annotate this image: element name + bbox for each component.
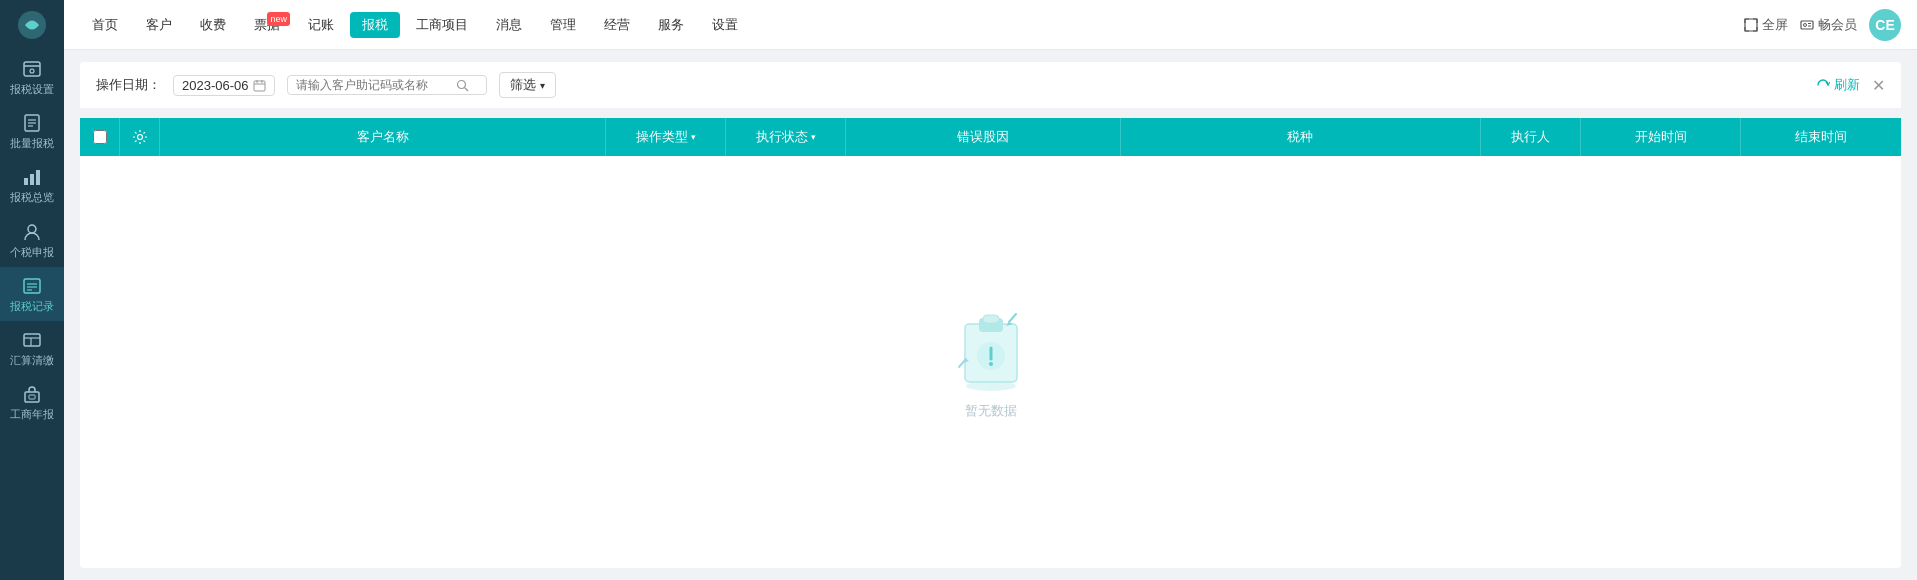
reconciliation-icon: [21, 329, 43, 351]
tax-overview-icon: [21, 166, 43, 188]
sidebar-item-label: 批量报税: [10, 137, 54, 150]
table-header: 客户名称 操作类型 ▾ 执行状态 ▾ 错误股因 税种 执行人: [80, 118, 1901, 156]
sidebar-item-label: 工商年报: [10, 408, 54, 421]
svg-rect-16: [24, 334, 40, 346]
svg-rect-36: [983, 315, 999, 323]
svg-point-30: [457, 80, 465, 88]
th-taxtype: 税种: [1121, 118, 1481, 156]
sidebar-item-batch-tax[interactable]: 批量报税: [0, 104, 64, 158]
svg-rect-10: [36, 170, 40, 185]
nav-invoice[interactable]: 票据 new: [242, 12, 292, 38]
sidebar-item-tax-overview[interactable]: 报税总览: [0, 158, 64, 212]
table-container: 客户名称 操作类型 ▾ 执行状态 ▾ 错误股因 税种 执行人: [80, 118, 1901, 568]
toolbar-right: 刷新 ✕: [1816, 76, 1885, 95]
sidebar-item-label: 报税记录: [10, 300, 54, 313]
date-picker[interactable]: 2023-06-06: [173, 75, 275, 96]
date-value: 2023-06-06: [182, 78, 249, 93]
svg-rect-9: [30, 174, 34, 185]
annual-report-icon: [21, 383, 43, 405]
fullscreen-label: 全屏: [1762, 16, 1788, 34]
svg-rect-19: [25, 392, 39, 402]
nav-messages[interactable]: 消息: [484, 12, 534, 38]
member-btn[interactable]: 畅会员: [1800, 16, 1857, 34]
tax-records-icon: [21, 275, 43, 297]
th-executor: 执行人: [1481, 118, 1581, 156]
th-checkbox[interactable]: [80, 118, 120, 156]
nav-items: 首页 客户 收费 票据 new 记账 报税 工商项目 消息 管理 经营 服务 设…: [80, 12, 1744, 38]
nav-operations[interactable]: 经营: [592, 12, 642, 38]
date-label: 操作日期：: [96, 76, 161, 94]
svg-point-39: [989, 362, 993, 366]
sidebar-item-tax-records[interactable]: 报税记录: [0, 267, 64, 321]
th-endtime: 结束时间: [1741, 118, 1901, 156]
sort-icon: ▾: [691, 132, 696, 142]
filter-button[interactable]: 筛选 ▾: [499, 72, 556, 98]
nav-home[interactable]: 首页: [80, 12, 130, 38]
user-avatar[interactable]: CE: [1869, 9, 1901, 41]
svg-line-31: [464, 87, 468, 91]
new-badge: new: [267, 12, 290, 26]
filter-arrow-icon: ▾: [540, 80, 545, 91]
svg-point-11: [28, 225, 36, 233]
th-client: 客户名称: [160, 118, 606, 156]
nav-management[interactable]: 管理: [538, 12, 588, 38]
batch-tax-icon: [21, 112, 43, 134]
refresh-label: 刷新: [1834, 76, 1860, 94]
member-label: 畅会员: [1818, 16, 1857, 34]
nav-tax[interactable]: 报税: [350, 12, 400, 38]
nav-client[interactable]: 客户: [134, 12, 184, 38]
nav-settings[interactable]: 设置: [700, 12, 750, 38]
empty-state: 暂无数据: [951, 304, 1031, 420]
personal-tax-icon: [21, 221, 43, 243]
th-errorreason: 错误股因: [846, 118, 1121, 156]
sidebar-item-reconciliation[interactable]: 汇算清缴: [0, 321, 64, 375]
nav-bookkeeping[interactable]: 记账: [296, 12, 346, 38]
filter-label: 筛选: [510, 76, 536, 94]
empty-text: 暂无数据: [965, 402, 1017, 420]
svg-rect-12: [24, 279, 40, 293]
select-all-checkbox[interactable]: [93, 130, 107, 144]
sort-icon: ▾: [811, 132, 816, 142]
svg-point-3: [30, 69, 34, 73]
svg-line-40: [1009, 314, 1016, 322]
nav-billing[interactable]: 收费: [188, 12, 238, 38]
refresh-button[interactable]: 刷新: [1816, 76, 1860, 94]
toolbar: 操作日期： 2023-06-06 筛选 ▾: [80, 62, 1901, 108]
sidebar-item-tax-settings[interactable]: 报税设置: [0, 50, 64, 104]
svg-point-23: [1804, 23, 1807, 26]
main-area: 首页 客户 收费 票据 new 记账 报税 工商项目 消息 管理 经营 服务 设…: [64, 0, 1917, 580]
tax-settings-icon: [21, 58, 43, 80]
sidebar-item-personal-tax[interactable]: 个税申报: [0, 213, 64, 267]
sidebar-item-label: 报税设置: [10, 83, 54, 96]
sidebar: 报税设置 批量报税 报税总览: [0, 0, 64, 580]
th-gear: [120, 118, 160, 156]
sidebar-item-label: 汇算清缴: [10, 354, 54, 367]
sidebar-logo: [0, 0, 64, 50]
svg-rect-20: [29, 395, 35, 399]
sidebar-item-annual-report[interactable]: 工商年报: [0, 375, 64, 429]
empty-illustration: [951, 304, 1031, 394]
svg-point-32: [137, 135, 142, 140]
table-body: 暂无数据: [80, 156, 1901, 568]
svg-rect-26: [254, 81, 265, 91]
nav-services[interactable]: 服务: [646, 12, 696, 38]
content: 操作日期： 2023-06-06 筛选 ▾: [64, 50, 1917, 580]
search-input[interactable]: [296, 78, 456, 92]
th-starttime: 开始时间: [1581, 118, 1741, 156]
fullscreen-btn[interactable]: 全屏: [1744, 16, 1788, 34]
th-execstate[interactable]: 执行状态 ▾: [726, 118, 846, 156]
svg-rect-8: [24, 178, 28, 185]
svg-rect-21: [1745, 19, 1757, 31]
search-box[interactable]: [287, 75, 487, 95]
topnav: 首页 客户 收费 票据 new 记账 报税 工商项目 消息 管理 经营 服务 设…: [64, 0, 1917, 50]
topnav-right: 全屏 畅会员 CE: [1744, 9, 1901, 41]
th-optype[interactable]: 操作类型 ▾: [606, 118, 726, 156]
sidebar-item-label: 报税总览: [10, 191, 54, 204]
sidebar-item-label: 个税申报: [10, 246, 54, 259]
close-button[interactable]: ✕: [1872, 76, 1885, 95]
nav-business[interactable]: 工商项目: [404, 12, 480, 38]
